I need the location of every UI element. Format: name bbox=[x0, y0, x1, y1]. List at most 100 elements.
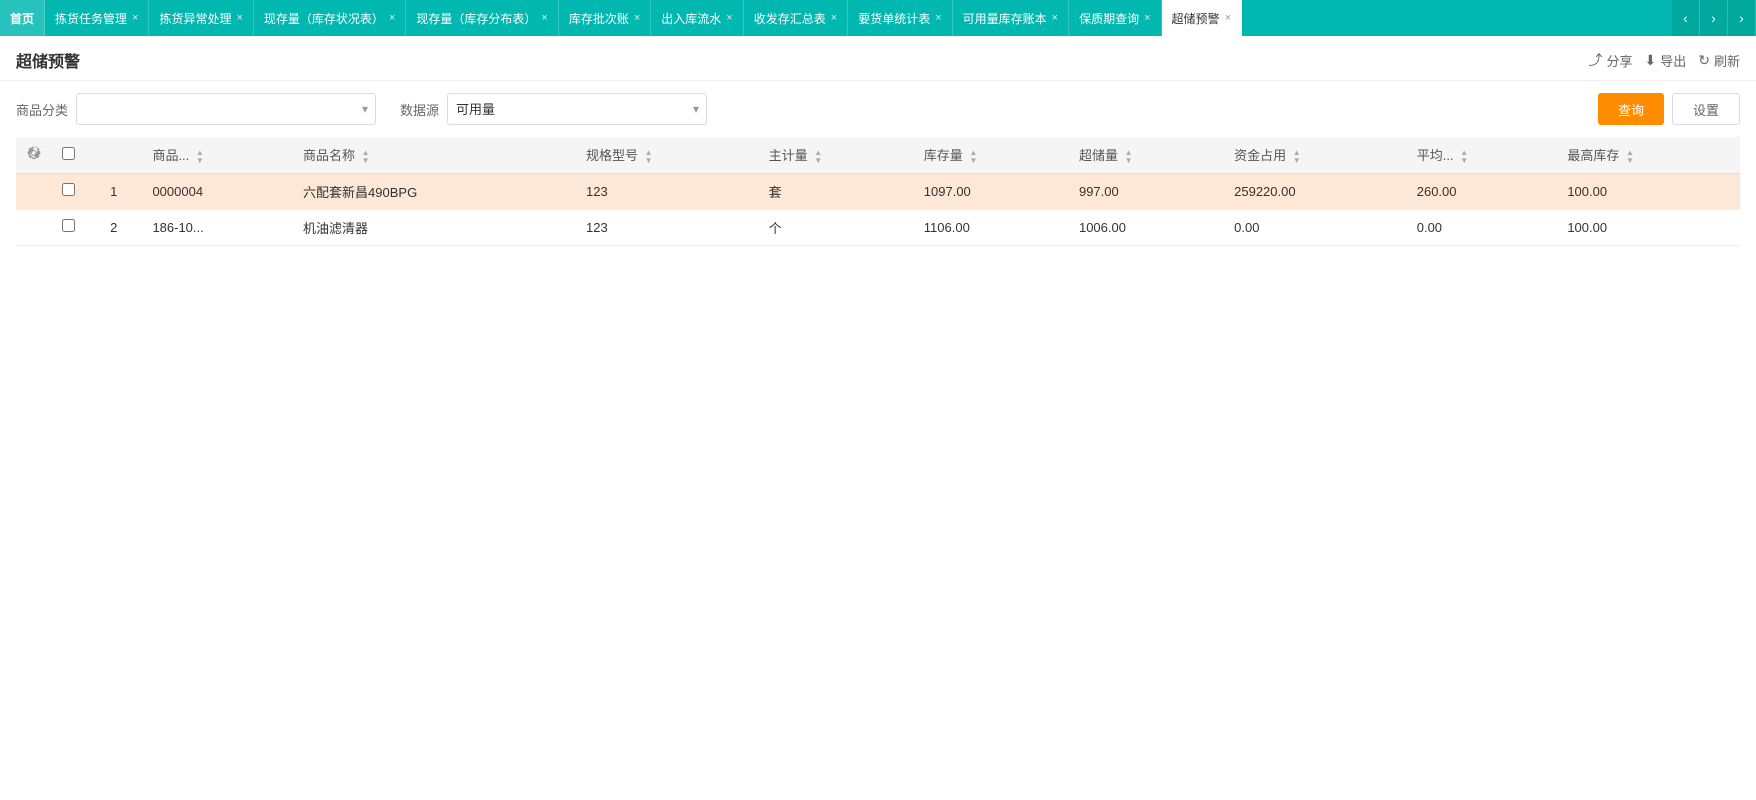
th-gear bbox=[16, 137, 52, 173]
row-product-code: 0000004 bbox=[142, 173, 293, 209]
th-unit[interactable]: 主计量 ▲▼ bbox=[759, 137, 914, 173]
th-row-num bbox=[85, 137, 142, 173]
nav-tab-inventory-status-label: 现存量（库存状况表） bbox=[264, 10, 384, 27]
nav-more-btn[interactable]: › bbox=[1728, 0, 1756, 36]
sort-icon-overstock: ▲▼ bbox=[1125, 149, 1133, 165]
table-header-row: 商品... ▲▼ 商品名称 ▲▼ 规格型号 ▲▼ 主计量 ▲▼ bbox=[16, 137, 1740, 173]
select-all-checkbox[interactable] bbox=[62, 147, 75, 160]
sort-icon-avg: ▲▼ bbox=[1460, 149, 1468, 165]
nav-tab-order-stat-close[interactable]: × bbox=[935, 12, 941, 24]
row-stock: 1106.00 bbox=[914, 209, 1069, 245]
nav-tab-inout-flow-label: 出入库流水 bbox=[661, 10, 721, 27]
row-capital: 259220.00 bbox=[1224, 173, 1407, 209]
nav-tab-inventory-dist-close[interactable]: × bbox=[541, 12, 547, 24]
th-max-stock-label: 最高库存 bbox=[1567, 148, 1619, 163]
refresh-label: 刷新 bbox=[1714, 51, 1740, 70]
row-product-name: 六配套新昌490BPG bbox=[293, 173, 576, 209]
row-checkbox-1[interactable] bbox=[62, 219, 75, 232]
filter-area: 商品分类 数据源 可用量 库存量 查询 设置 bbox=[0, 81, 1756, 137]
category-select[interactable] bbox=[76, 93, 376, 125]
export-label: 导出 bbox=[1660, 51, 1686, 70]
th-max-stock[interactable]: 最高库存 ▲▼ bbox=[1557, 137, 1740, 173]
row-unit: 套 bbox=[759, 173, 914, 209]
share-button[interactable]: ⤴ 分享 bbox=[1588, 50, 1632, 70]
th-product-code-label: 商品... bbox=[152, 148, 189, 163]
category-filter-label: 商品分类 bbox=[16, 100, 68, 119]
datasource-select[interactable]: 可用量 库存量 bbox=[447, 93, 707, 125]
page-header: 超储预警 ⤴ 分享 ⬇ 导出 ↻ 刷新 bbox=[0, 36, 1756, 81]
row-checkbox-cell bbox=[52, 173, 85, 209]
sort-icon-max-stock: ▲▼ bbox=[1626, 149, 1634, 165]
nav-tab-overstock-close[interactable]: × bbox=[1225, 12, 1231, 24]
nav-tab-task-mgmt-close[interactable]: × bbox=[132, 12, 138, 24]
th-product-code[interactable]: 商品... ▲▼ bbox=[142, 137, 293, 173]
row-overstock: 997.00 bbox=[1069, 173, 1224, 209]
table-wrapper: 商品... ▲▼ 商品名称 ▲▼ 规格型号 ▲▼ 主计量 ▲▼ bbox=[0, 137, 1756, 246]
nav-tab-abnormal[interactable]: 拣货异常处理 × bbox=[149, 0, 253, 36]
row-num-cell: 1 bbox=[85, 173, 142, 209]
datasource-filter-label: 数据源 bbox=[400, 100, 439, 119]
row-avg: 260.00 bbox=[1407, 173, 1558, 209]
nav-prev-btn[interactable]: ‹ bbox=[1672, 0, 1700, 36]
row-stock: 1097.00 bbox=[914, 173, 1069, 209]
datasource-select-wrapper: 可用量 库存量 bbox=[447, 93, 707, 125]
th-overstock[interactable]: 超储量 ▲▼ bbox=[1069, 137, 1224, 173]
th-checkbox bbox=[52, 137, 85, 173]
nav-tab-inventory-status[interactable]: 现存量（库存状况表） × bbox=[254, 0, 406, 36]
th-spec[interactable]: 规格型号 ▲▼ bbox=[576, 137, 759, 173]
export-icon: ⬇ bbox=[1645, 52, 1657, 69]
nav-tab-batch-close[interactable]: × bbox=[634, 12, 640, 24]
th-capital[interactable]: 资金占用 ▲▼ bbox=[1224, 137, 1407, 173]
row-product-code: 186-10... bbox=[142, 209, 293, 245]
nav-tab-home-label: 首页 bbox=[10, 10, 34, 27]
query-button[interactable]: 查询 bbox=[1598, 93, 1664, 125]
nav-tab-home[interactable]: 首页 bbox=[0, 0, 45, 36]
nav-tab-avail-ledger-close[interactable]: × bbox=[1052, 12, 1058, 24]
table-row: 1 0000004 六配套新昌490BPG 123 套 1097.00 997.… bbox=[16, 173, 1740, 209]
refresh-icon: ↻ bbox=[1698, 52, 1710, 69]
th-spec-label: 规格型号 bbox=[586, 148, 638, 163]
th-product-name[interactable]: 商品名称 ▲▼ bbox=[293, 137, 576, 173]
row-checkbox-0[interactable] bbox=[62, 183, 75, 196]
nav-arrows: ‹ › › bbox=[1672, 0, 1756, 36]
nav-tab-quality-close[interactable]: × bbox=[1144, 12, 1150, 24]
nav-tab-collect[interactable]: 收发存汇总表 × bbox=[744, 0, 848, 36]
nav-tab-batch-label: 库存批次账 bbox=[569, 10, 629, 27]
sort-icon-unit: ▲▼ bbox=[814, 149, 822, 165]
nav-tab-quality[interactable]: 保质期查询 × bbox=[1069, 0, 1161, 36]
nav-tab-inout-flow-close[interactable]: × bbox=[726, 12, 732, 24]
row-checkbox-cell bbox=[52, 209, 85, 245]
nav-tab-batch[interactable]: 库存批次账 × bbox=[559, 0, 651, 36]
category-select-wrapper bbox=[76, 93, 376, 125]
nav-tab-avail-ledger-label: 可用量库存账本 bbox=[963, 10, 1047, 27]
th-stock[interactable]: 库存量 ▲▼ bbox=[914, 137, 1069, 173]
nav-tab-inventory-status-close[interactable]: × bbox=[389, 12, 395, 24]
th-overstock-label: 超储量 bbox=[1079, 148, 1118, 163]
share-label: 分享 bbox=[1606, 51, 1632, 70]
settings-button[interactable]: 设置 bbox=[1672, 93, 1740, 125]
share-icon: ⤴ bbox=[1588, 50, 1602, 70]
row-capital: 0.00 bbox=[1224, 209, 1407, 245]
nav-tab-inventory-dist[interactable]: 现存量（库存分布表） × bbox=[406, 0, 558, 36]
nav-tab-abnormal-close[interactable]: × bbox=[236, 12, 242, 24]
nav-next-btn[interactable]: › bbox=[1700, 0, 1728, 36]
refresh-button[interactable]: ↻ 刷新 bbox=[1698, 51, 1740, 70]
category-filter: 商品分类 bbox=[16, 93, 376, 125]
nav-tab-avail-ledger[interactable]: 可用量库存账本 × bbox=[953, 0, 1069, 36]
nav-tab-quality-label: 保质期查询 bbox=[1079, 10, 1139, 27]
nav-tab-collect-close[interactable]: × bbox=[831, 12, 837, 24]
gear-header-icon[interactable] bbox=[26, 145, 42, 161]
th-avg[interactable]: 平均... ▲▼ bbox=[1407, 137, 1558, 173]
top-nav: 首页 拣货任务管理 × 拣货异常处理 × 现存量（库存状况表） × 现存量（库存… bbox=[0, 0, 1756, 36]
export-button[interactable]: ⬇ 导出 bbox=[1645, 51, 1687, 70]
row-avg: 0.00 bbox=[1407, 209, 1558, 245]
nav-tab-overstock[interactable]: 超储预警 × bbox=[1162, 0, 1242, 36]
header-actions: ⤴ 分享 ⬇ 导出 ↻ 刷新 bbox=[1588, 50, 1740, 70]
th-stock-label: 库存量 bbox=[924, 148, 963, 163]
row-overstock: 1006.00 bbox=[1069, 209, 1224, 245]
row-spec: 123 bbox=[576, 173, 759, 209]
nav-tab-task-mgmt[interactable]: 拣货任务管理 × bbox=[45, 0, 149, 36]
nav-tab-inout-flow[interactable]: 出入库流水 × bbox=[651, 0, 743, 36]
nav-tab-order-stat[interactable]: 要货单统计表 × bbox=[848, 0, 952, 36]
nav-tab-order-stat-label: 要货单统计表 bbox=[858, 10, 930, 27]
